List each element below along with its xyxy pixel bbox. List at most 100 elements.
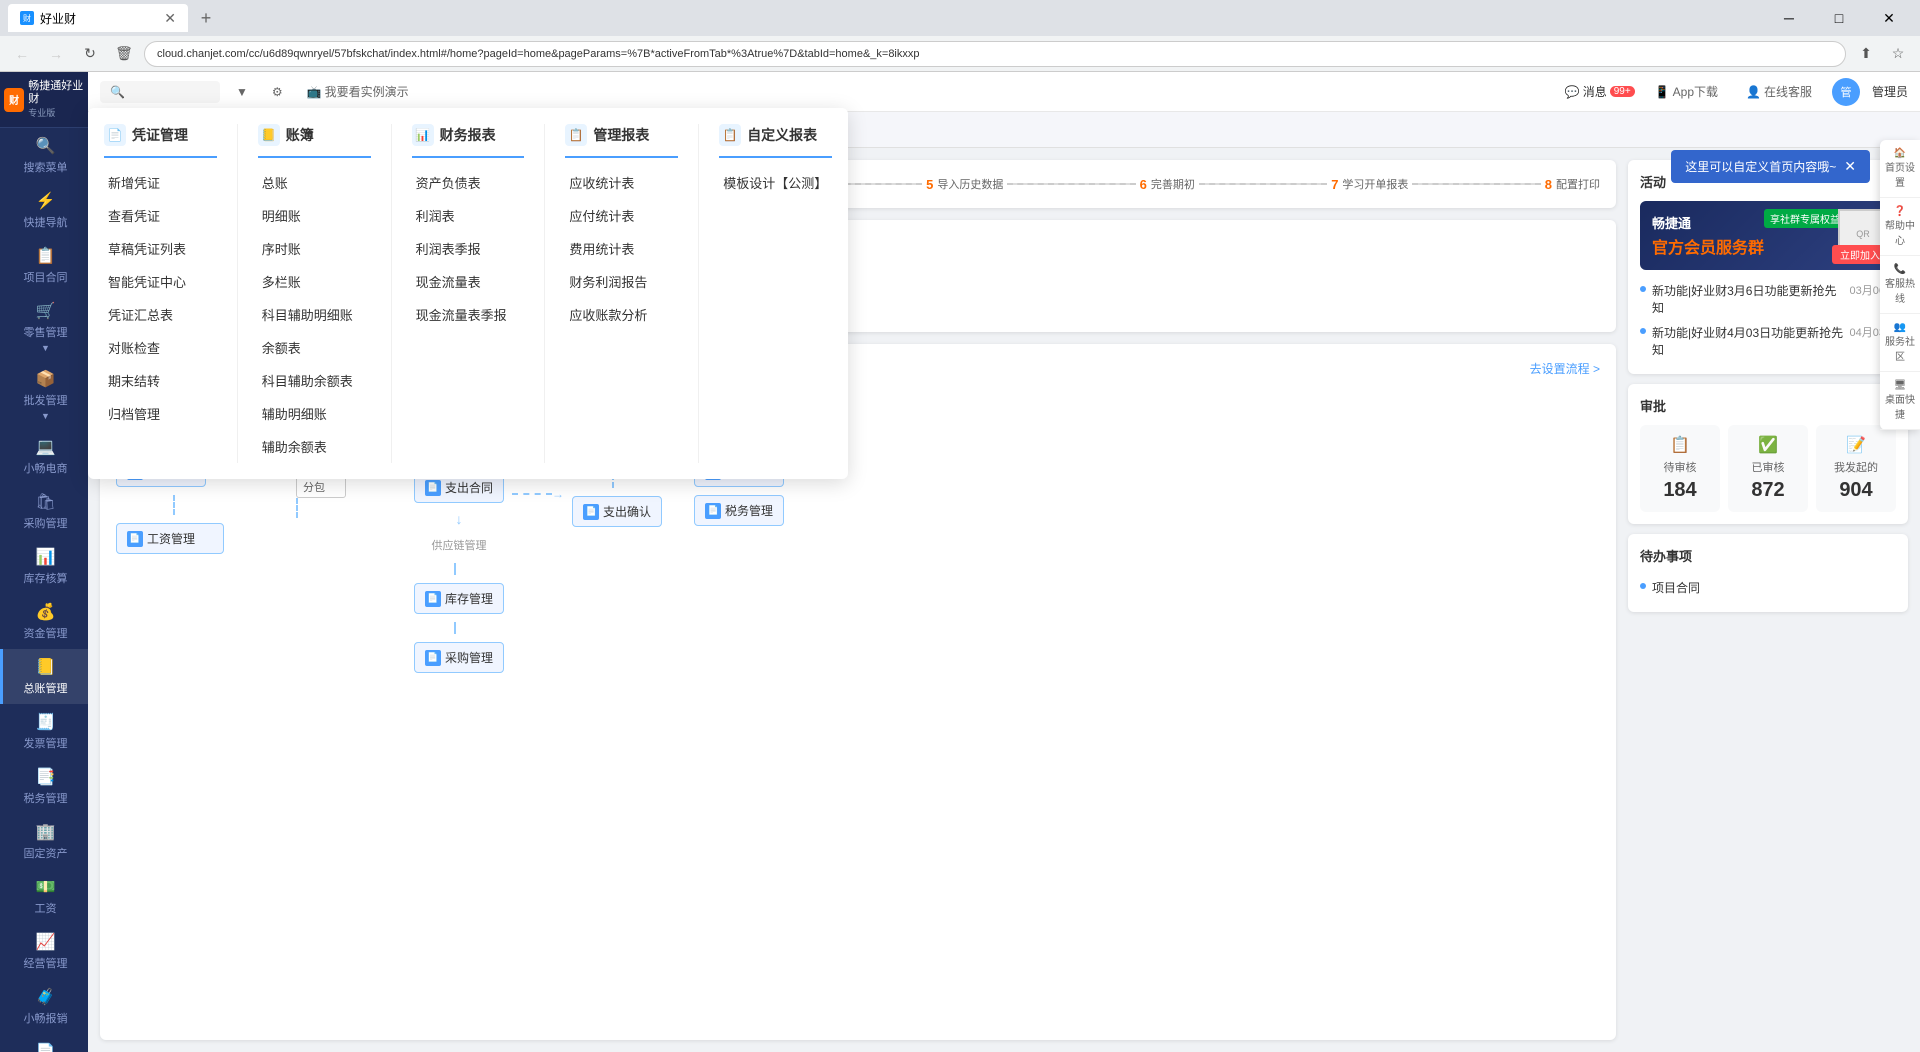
demo-icon: 📺	[307, 85, 322, 99]
app-download-btn[interactable]: 📱 App下载	[1647, 79, 1726, 104]
support-icon: 👤	[1746, 85, 1761, 99]
menu-item-balance[interactable]: 余额表	[258, 331, 371, 364]
sent-label: 我发起的	[1826, 459, 1886, 475]
sidebar-item-ecom[interactable]: 💻 小畅电商	[0, 429, 88, 484]
close-btn[interactable]: ✕	[1866, 0, 1912, 36]
set-flow-link[interactable]: 去设置流程 >	[1530, 360, 1600, 377]
search-bar[interactable]: 🔍	[100, 81, 220, 103]
sidebar-item-wholesale[interactable]: 📦 批发管理 ▼	[0, 361, 88, 429]
sidebar-item-finance[interactable]: 💰 资金管理	[0, 594, 88, 649]
menu-item-voucher-summary[interactable]: 凭证汇总表	[104, 298, 217, 331]
popup-close-btn[interactable]: ✕	[1844, 158, 1856, 175]
message-btn[interactable]: 💬 消息 99+	[1565, 83, 1635, 100]
bookmark-btn[interactable]: ☆	[1884, 40, 1912, 68]
menu-item-expense[interactable]: 费用统计表	[565, 232, 678, 265]
menu-item-new-voucher[interactable]: 新增凭证	[104, 166, 217, 199]
menu-header-custom: 📋 自定义报表	[719, 124, 832, 158]
menu-item-cashflow-quarterly[interactable]: 现金流量表季报	[412, 298, 525, 331]
menu-item-profit-quarterly[interactable]: 利润表季报	[412, 232, 525, 265]
menu-item-fin-profit[interactable]: 财务利润报告	[565, 265, 678, 298]
sidebar-item-purchase[interactable]: 🛍 采购管理	[0, 484, 88, 539]
menu-item-profit[interactable]: 利润表	[412, 199, 525, 232]
browser-tab[interactable]: 财 好业财 ✕	[8, 4, 188, 32]
sidebar-item-fixed[interactable]: 🏢 固定资产	[0, 814, 88, 869]
menu-item-sequence-ledger[interactable]: 序时账	[258, 232, 371, 265]
right-sidebar-home-label: 首页设置	[1884, 159, 1916, 189]
news-dot-1	[1640, 286, 1646, 292]
menu-item-receivable[interactable]: 应收统计表	[565, 166, 678, 199]
menu-item-balance-sheet[interactable]: 资产负债表	[412, 166, 525, 199]
menu-header-voucher: 📄 凭证管理	[104, 124, 217, 158]
menu-item-general-ledger[interactable]: 总账	[258, 166, 371, 199]
menu-item-payable[interactable]: 应付统计表	[565, 199, 678, 232]
menu-item-subject-detail[interactable]: 科目辅助明细账	[258, 298, 371, 331]
box-salary[interactable]: 📄 工资管理	[116, 523, 224, 554]
sidebar-item-tax[interactable]: 📑 税务管理	[0, 759, 88, 814]
todo-item-1[interactable]: 项目合同	[1640, 575, 1896, 600]
forward-btn[interactable]: →	[42, 40, 70, 68]
approval-sent[interactable]: 📝 我发起的 904	[1816, 425, 1896, 512]
minimize-btn[interactable]: ─	[1766, 0, 1812, 36]
news-item-2[interactable]: 新功能|好业财4月03日功能更新抢先知 04月03日	[1640, 320, 1896, 362]
box-expense-confirm[interactable]: 📄 支出确认	[572, 496, 662, 527]
address-input[interactable]: cloud.chanjet.com/cc/u6d89qwnryel/57bfsk…	[144, 41, 1846, 67]
activity-banner[interactable]: 畅捷通 官方会员服务群 享社群专属权益 QR 立即加入	[1640, 201, 1896, 270]
message-icon: 💬	[1565, 85, 1580, 99]
settings-shortcut[interactable]: ⚙	[264, 81, 291, 103]
menu-item-period-end[interactable]: 期末结转	[104, 364, 217, 397]
right-sidebar-customer[interactable]: 📞 客服热线	[1880, 256, 1920, 314]
sidebar-item-retail[interactable]: 🛒 零售管理 ▼	[0, 293, 88, 361]
approval-done[interactable]: ✅ 已审核 872	[1728, 425, 1808, 512]
box-tax-mgmt[interactable]: 📄 税务管理	[694, 495, 784, 526]
menu-item-ar-analysis[interactable]: 应收账款分析	[565, 298, 678, 331]
delete-btn[interactable]: 🗑	[110, 40, 138, 68]
tab-close-btn[interactable]: ✕	[164, 10, 176, 27]
menu-item-cashflow[interactable]: 现金流量表	[412, 265, 525, 298]
menu-item-aux-balance[interactable]: 辅助余额表	[258, 430, 371, 463]
menu-item-view-voucher[interactable]: 查看凭证	[104, 199, 217, 232]
refresh-btn[interactable]: ↻	[76, 40, 104, 68]
menu-item-archive[interactable]: 归档管理	[104, 397, 217, 430]
menu-col-mgmt: 📋 管理报表 应收统计表 应付统计表 费用统计表 财务利润报告 应收账款分析	[565, 124, 678, 463]
menu-item-template[interactable]: 模板设计【公测】	[719, 166, 832, 199]
menu-item-detail-ledger[interactable]: 明细账	[258, 199, 371, 232]
sidebar-item-quick[interactable]: ⚡ 快捷导航	[0, 183, 88, 238]
cast-btn[interactable]: ⬆	[1852, 40, 1880, 68]
menu-item-draft-voucher[interactable]: 草稿凭证列表	[104, 232, 217, 265]
sidebar-item-ops[interactable]: 📈 经营管理	[0, 924, 88, 979]
box-inventory[interactable]: 📄 库存管理	[414, 583, 504, 614]
menu-item-smart-voucher[interactable]: 智能凭证中心	[104, 265, 217, 298]
back-btn[interactable]: ←	[8, 40, 36, 68]
sidebar-item-inventory[interactable]: 📊 库存核算	[0, 539, 88, 594]
sidebar-label-search: 搜索菜单	[24, 159, 68, 175]
sidebar-label-salary: 工资	[35, 900, 57, 916]
approval-pending[interactable]: 📋 待审核 184	[1640, 425, 1720, 512]
sidebar-item-project[interactable]: 📋 项目合同	[0, 238, 88, 293]
right-sidebar-help[interactable]: ❓ 帮助中心	[1880, 198, 1920, 256]
user-avatar[interactable]: 管	[1832, 78, 1860, 106]
right-sidebar-desktop[interactable]: 🖥 桌面快捷	[1880, 372, 1920, 430]
menu-title-financial: 财务报表	[440, 125, 496, 145]
box-purchase[interactable]: 📄 采购管理	[414, 642, 504, 673]
sidebar-item-accounting[interactable]: 📒 总账管理	[0, 649, 88, 704]
right-sidebar-community[interactable]: 👥 服务社区	[1880, 314, 1920, 372]
sidebar-item-search[interactable]: 🔍 搜索菜单	[0, 128, 88, 183]
maximize-btn[interactable]: □	[1816, 0, 1862, 36]
news-item-1[interactable]: 新功能|好业财3月6日功能更新抢先知 03月06日	[1640, 278, 1896, 320]
menu-item-aux-detail[interactable]: 辅助明细账	[258, 397, 371, 430]
sidebar-item-salary[interactable]: 💵 工资	[0, 869, 88, 924]
message-badge: 99+	[1610, 86, 1635, 97]
online-support-btn[interactable]: 👤 在线客服	[1738, 79, 1820, 104]
sidebar-item-invoice[interactable]: 🧾 发票管理	[0, 704, 88, 759]
sidebar-item-marketing[interactable]: 🧳 小畅报销	[0, 979, 88, 1034]
demo-btn[interactable]: 📺 我要看实例演示	[299, 79, 417, 104]
sidebar-label-invoice: 发票管理	[24, 735, 68, 751]
menu-item-reconcile[interactable]: 对账检查	[104, 331, 217, 364]
url-text: cloud.chanjet.com/cc/u6d89qwnryel/57bfsk…	[157, 48, 920, 60]
sidebar-item-basic[interactable]: 📄 基础信息	[0, 1034, 88, 1052]
new-tab-btn[interactable]: +	[192, 4, 220, 32]
menu-item-multi-ledger[interactable]: 多栏账	[258, 265, 371, 298]
right-sidebar-home[interactable]: 🏠 首页设置	[1880, 140, 1920, 198]
dropdown-btn[interactable]: ▼	[228, 81, 256, 103]
menu-item-subject-balance[interactable]: 科目辅助余额表	[258, 364, 371, 397]
